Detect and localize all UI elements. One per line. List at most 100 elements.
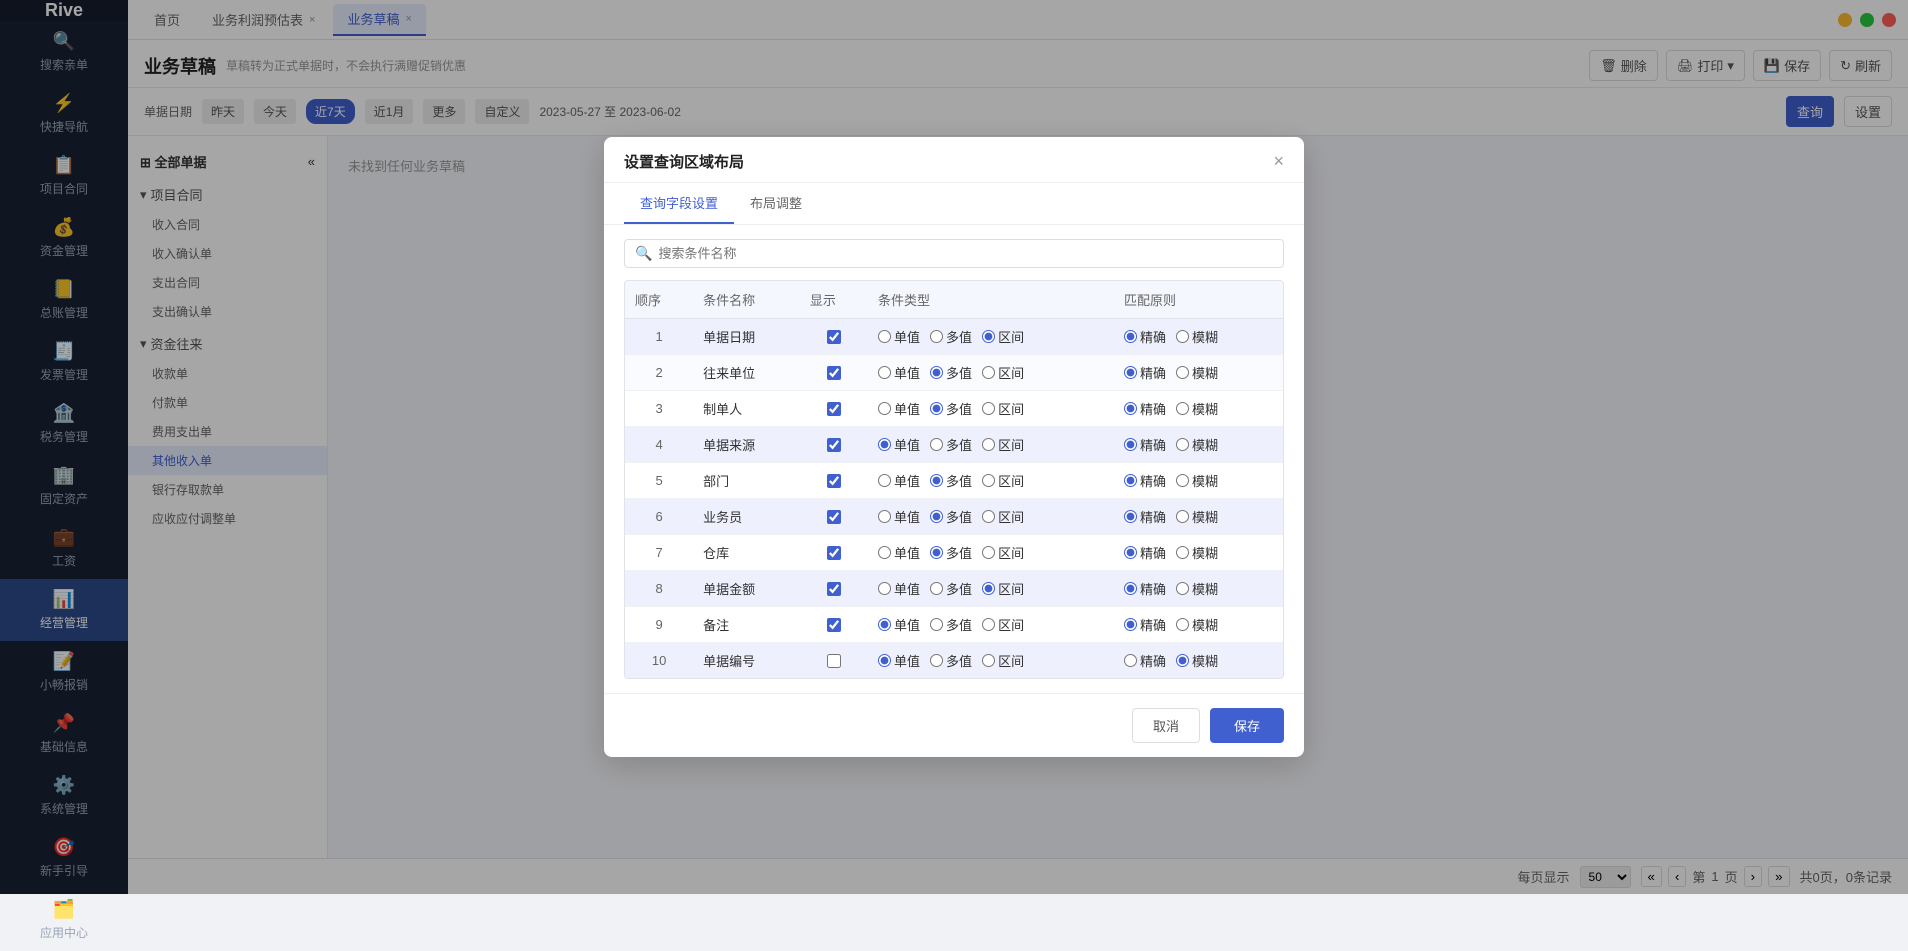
- cond-type-option[interactable]: 单值: [878, 435, 920, 454]
- match-rule-option[interactable]: 精确: [1124, 579, 1166, 598]
- cond-type-option[interactable]: 多值: [930, 579, 972, 598]
- cond-type-option[interactable]: 单值: [878, 399, 920, 418]
- match-rule-option[interactable]: 精确: [1124, 543, 1166, 562]
- cond-type-option[interactable]: 单值: [878, 327, 920, 346]
- match-rule-option[interactable]: 精确: [1124, 435, 1166, 454]
- match-rule-option[interactable]: 模糊: [1176, 651, 1218, 670]
- cond-type-option[interactable]: 多值: [930, 363, 972, 382]
- save-confirm-button[interactable]: 保存: [1210, 708, 1284, 743]
- display-checkbox[interactable]: [827, 654, 841, 668]
- cond-type-option[interactable]: 多值: [930, 327, 972, 346]
- match-rule-option[interactable]: 精确: [1124, 507, 1166, 526]
- match-rule-option[interactable]: 精确: [1124, 471, 1166, 490]
- cond-type-option[interactable]: 多值: [930, 543, 972, 562]
- row-order: 10: [625, 643, 693, 679]
- row-order: 6: [625, 499, 693, 535]
- display-checkbox[interactable]: [827, 510, 841, 524]
- row-name: 业务员: [693, 499, 800, 535]
- cond-type-option[interactable]: 多值: [930, 651, 972, 670]
- match-rule-option[interactable]: 模糊: [1176, 435, 1218, 454]
- cond-type-option[interactable]: 区间: [982, 363, 1024, 382]
- dialog-close-button[interactable]: ×: [1273, 151, 1284, 172]
- display-checkbox[interactable]: [827, 330, 841, 344]
- cond-type-option[interactable]: 区间: [982, 327, 1024, 346]
- row-order: 3: [625, 391, 693, 427]
- cond-type-option[interactable]: 单值: [878, 471, 920, 490]
- row-order: 9: [625, 607, 693, 643]
- table-row: 3制单人 单值多值区间 精确模糊: [625, 391, 1283, 427]
- cond-type-option[interactable]: 单值: [878, 651, 920, 670]
- dialog-tab-layout[interactable]: 布局调整: [734, 183, 818, 224]
- match-rule-option[interactable]: 模糊: [1176, 615, 1218, 634]
- table-row: 8单据金额单值多值区间精确模糊: [625, 571, 1283, 607]
- row-name: 制单人: [693, 391, 800, 427]
- cond-type-option[interactable]: 区间: [982, 399, 1024, 418]
- cond-type-option[interactable]: 单值: [878, 615, 920, 634]
- cond-type-option[interactable]: 区间: [982, 471, 1024, 490]
- display-checkbox[interactable]: [827, 366, 841, 380]
- table-row: 10单据编号单值多值区间精确模糊: [625, 643, 1283, 679]
- match-rule-option[interactable]: 精确: [1124, 615, 1166, 634]
- dialog-footer: 取消 保存: [604, 693, 1304, 757]
- display-checkbox[interactable]: [827, 582, 841, 596]
- match-rule-option[interactable]: 模糊: [1176, 327, 1218, 346]
- cond-type-option[interactable]: 多值: [930, 507, 972, 526]
- settings-table-header: 顺序 条件名称 显示 条件类型 匹配原则: [625, 281, 1283, 319]
- match-rule-option[interactable]: 模糊: [1176, 579, 1218, 598]
- cond-type-option[interactable]: 区间: [982, 651, 1024, 670]
- table-row: 2往来单位单值多值区间精确模糊: [625, 355, 1283, 391]
- match-rule-option[interactable]: 模糊: [1176, 363, 1218, 382]
- row-name: 部门: [693, 463, 800, 499]
- appstore-icon: 🗂️: [53, 899, 75, 920]
- match-rule-option[interactable]: 模糊: [1176, 507, 1218, 526]
- th-match-rule: 匹配原则: [1114, 281, 1283, 319]
- cancel-button[interactable]: 取消: [1132, 708, 1200, 743]
- row-order: 7: [625, 535, 693, 571]
- cond-type-option[interactable]: 区间: [982, 615, 1024, 634]
- cond-type-option[interactable]: 区间: [982, 579, 1024, 598]
- sidebar-item-appstore[interactable]: 🗂️ 应用中心: [0, 889, 128, 951]
- table-row: 4单据来源单值多值区间精确模糊: [625, 427, 1283, 463]
- settings-table: 顺序 条件名称 显示 条件类型 匹配原则 1单据日期单值多值区间精确模糊2往来单…: [624, 280, 1284, 679]
- display-checkbox[interactable]: [827, 618, 841, 632]
- match-rule-option[interactable]: 模糊: [1176, 471, 1218, 490]
- row-name: 备注: [693, 607, 800, 643]
- cond-type-option[interactable]: 区间: [982, 543, 1024, 562]
- condition-search-icon: 🔍: [635, 245, 652, 262]
- th-display: 显示: [800, 281, 868, 319]
- row-order: 2: [625, 355, 693, 391]
- match-rule-option[interactable]: 模糊: [1176, 399, 1218, 418]
- match-rule-option[interactable]: 模糊: [1176, 543, 1218, 562]
- table-row: 7仓库 单值多值区间 精确模糊: [625, 535, 1283, 571]
- cond-type-option[interactable]: 多值: [930, 435, 972, 454]
- display-checkbox[interactable]: [827, 402, 841, 416]
- display-checkbox[interactable]: [827, 546, 841, 560]
- cond-type-option[interactable]: 单值: [878, 543, 920, 562]
- display-checkbox[interactable]: [827, 438, 841, 452]
- th-order: 顺序: [625, 281, 693, 319]
- cond-type-option[interactable]: 单值: [878, 507, 920, 526]
- th-cond-type: 条件类型: [868, 281, 1114, 319]
- cond-type-option[interactable]: 多值: [930, 471, 972, 490]
- dialog-tab-fields[interactable]: 查询字段设置: [624, 183, 734, 224]
- match-rule-option[interactable]: 精确: [1124, 363, 1166, 382]
- sidebar-label-appstore: 应用中心: [40, 924, 88, 941]
- match-rule-option[interactable]: 精确: [1124, 327, 1166, 346]
- cond-type-option[interactable]: 区间: [982, 507, 1024, 526]
- row-name: 单据来源: [693, 427, 800, 463]
- match-rule-option[interactable]: 精确: [1124, 399, 1166, 418]
- cond-type-option[interactable]: 区间: [982, 435, 1024, 454]
- cond-type-option[interactable]: 单值: [878, 363, 920, 382]
- row-order: 5: [625, 463, 693, 499]
- modal-overlay: 设置查询区域布局 × 查询字段设置 布局调整 🔍 顺序 条件: [0, 0, 1908, 894]
- display-checkbox[interactable]: [827, 474, 841, 488]
- match-rule-option[interactable]: 精确: [1124, 651, 1166, 670]
- row-name: 仓库: [693, 535, 800, 571]
- cond-type-option[interactable]: 单值: [878, 579, 920, 598]
- condition-search-input[interactable]: [658, 246, 1273, 261]
- dialog-tabs: 查询字段设置 布局调整: [604, 183, 1304, 225]
- cond-type-option[interactable]: 多值: [930, 615, 972, 634]
- table-row: 9备注 单值多值区间 精确模糊: [625, 607, 1283, 643]
- cond-type-option[interactable]: 多值: [930, 399, 972, 418]
- row-name: 单据日期: [693, 319, 800, 355]
